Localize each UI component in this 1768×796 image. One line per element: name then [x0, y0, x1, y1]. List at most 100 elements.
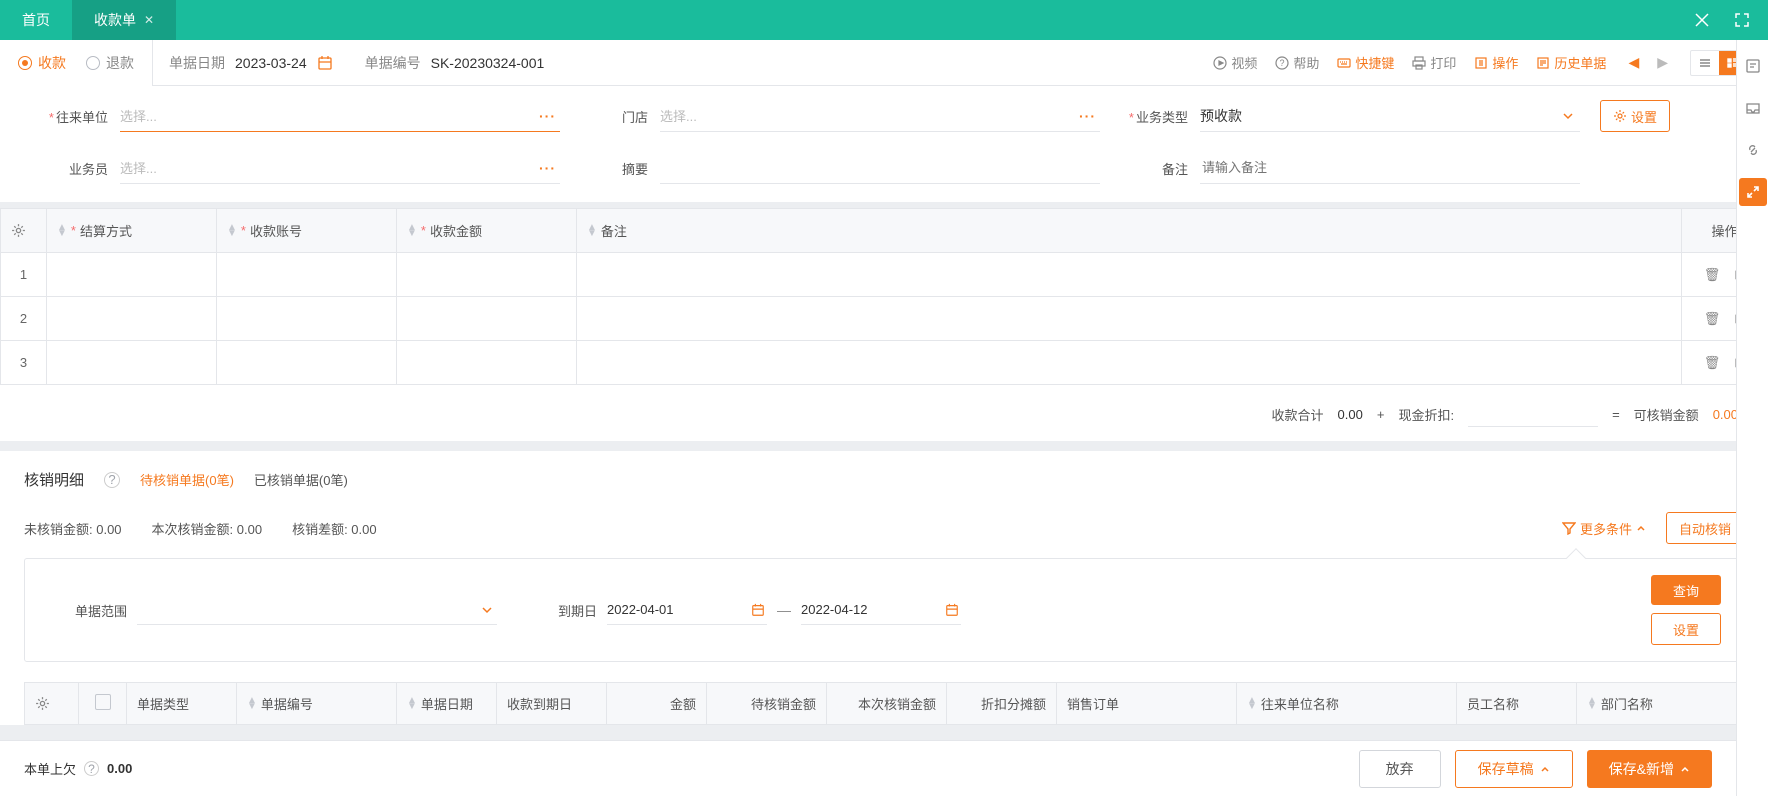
calendar-icon[interactable]	[317, 55, 333, 71]
owe-label: 本单上欠	[24, 759, 76, 778]
doc-no-label: 单据编号	[365, 53, 421, 73]
bottom-action-bar: 本单上欠 ? 0.00 放弃 保存草稿 保存&新增	[0, 740, 1736, 796]
col-doc-date[interactable]: ▲▼单据日期	[397, 683, 497, 725]
col-discount-share[interactable]: 折扣分摊额	[947, 683, 1057, 725]
trash-icon[interactable]: 🗑	[1704, 355, 1721, 371]
col-amount2[interactable]: 金额	[607, 683, 707, 725]
radio-refund[interactable]: 退款	[86, 53, 134, 73]
due-date-from[interactable]: 2022-04-01	[607, 595, 767, 625]
col-sales-order[interactable]: 销售订单	[1057, 683, 1237, 725]
chevron-down-icon[interactable]	[481, 604, 493, 616]
col-remark[interactable]: ▲▼备注	[577, 209, 1682, 253]
doc-date-value[interactable]: 2023-03-24	[235, 55, 307, 71]
video-link[interactable]: 视频	[1213, 53, 1257, 72]
table-row[interactable]: 2 🗑⊞	[1, 297, 1768, 341]
query-button[interactable]: 查询	[1651, 575, 1721, 605]
print-link[interactable]: 打印	[1412, 53, 1456, 72]
salesman-label: 业务员	[69, 162, 108, 177]
summary-input[interactable]	[660, 152, 1100, 184]
col-pending-amount[interactable]: 待核销金额	[707, 683, 827, 725]
biz-type-label: 业务类型	[1136, 110, 1188, 125]
discount-input[interactable]	[1468, 401, 1598, 427]
history-link[interactable]: 历史单据	[1536, 53, 1606, 72]
col-account[interactable]: ▲▼*收款账号	[217, 209, 397, 253]
viewmode-list-icon[interactable]	[1691, 51, 1719, 75]
col-amount[interactable]: ▲▼*收款金额	[397, 209, 577, 253]
partner-input[interactable]: 选择... ···	[120, 100, 560, 132]
due-date-to[interactable]: 2022-04-12	[801, 595, 961, 625]
rail-inbox-icon[interactable]	[1739, 94, 1767, 122]
close-icon[interactable]: ✕	[144, 13, 154, 27]
range-label: 单据范围	[47, 601, 127, 620]
history-prev-icon[interactable]: ◀	[1624, 54, 1643, 71]
col-due-date[interactable]: 收款到期日	[497, 683, 607, 725]
this-writeoff-amount: 本次核销金额: 0.00	[152, 519, 263, 538]
writeoff-tab-done[interactable]: 已核销单据(0笔)	[254, 470, 348, 489]
tab-receipt[interactable]: 收款单 ✕	[72, 0, 176, 40]
biz-type-value: 预收款	[1200, 106, 1242, 126]
settings-button[interactable]: 设置	[1600, 100, 1670, 132]
right-rail	[1736, 40, 1768, 796]
save-draft-button[interactable]: 保存草稿	[1455, 750, 1573, 788]
rail-link-icon[interactable]	[1739, 136, 1767, 164]
settlement-table: ▲▼*结算方式 ▲▼*收款账号 ▲▼*收款金额 ▲▼备注 操作 1 🗑⊞ 2 🗑…	[0, 208, 1768, 385]
lookup-icon[interactable]: ···	[539, 160, 556, 176]
calendar-icon[interactable]	[945, 603, 959, 617]
table-settings-header[interactable]	[25, 683, 79, 725]
rail-expand-icon[interactable]	[1739, 178, 1767, 206]
doc-headerbar: 收款 退款 单据日期 2023-03-24 单据编号 SK-20230324-0…	[0, 40, 1768, 86]
window-close-icon[interactable]	[1690, 8, 1714, 32]
col-dept[interactable]: ▲▼部门名称	[1577, 683, 1744, 725]
lookup-icon[interactable]: ···	[539, 108, 556, 124]
svg-text:?: ?	[1280, 58, 1285, 68]
salesman-input[interactable]: 选择... ···	[120, 152, 560, 184]
owe-value: 0.00	[107, 761, 132, 776]
col-this-amount[interactable]: 本次核销金额	[827, 683, 947, 725]
totals-bar: 收款合计 0.00 + 现金折扣: = 可核销金额 0.00	[0, 385, 1768, 441]
history-next-icon[interactable]: ▶	[1653, 54, 1672, 71]
header-actions: 视频 ?帮助 快捷键 打印 操作 历史单据 ◀ ▶	[1193, 50, 1768, 76]
auto-writeoff-button[interactable]: 自动核销	[1666, 512, 1744, 544]
calendar-icon[interactable]	[751, 603, 765, 617]
writeoff-table: 单据类型 ▲▼单据编号 ▲▼单据日期 收款到期日 金额 待核销金额 本次核销金额…	[24, 682, 1744, 725]
col-partner-name[interactable]: ▲▼往来单位名称	[1237, 683, 1457, 725]
help-link[interactable]: ?帮助	[1275, 53, 1319, 72]
trash-icon[interactable]: 🗑	[1704, 267, 1721, 283]
table-settings-header[interactable]	[1, 209, 47, 253]
remark-input[interactable]	[1200, 152, 1580, 184]
help-icon[interactable]: ?	[84, 761, 99, 776]
table-row[interactable]: 1 🗑⊞	[1, 253, 1768, 297]
col-employee[interactable]: 员工名称	[1457, 683, 1577, 725]
filter-settings-button[interactable]: 设置	[1651, 613, 1721, 645]
select-all-checkbox[interactable]	[79, 683, 127, 725]
result-value: 0.00	[1713, 407, 1738, 422]
chevron-down-icon[interactable]	[1562, 110, 1574, 122]
save-and-new-button[interactable]: 保存&新增	[1587, 750, 1712, 788]
operate-link[interactable]: 操作	[1474, 53, 1518, 72]
col-doc-no[interactable]: ▲▼单据编号	[237, 683, 397, 725]
more-conditions-toggle[interactable]: 更多条件	[1562, 519, 1646, 538]
receipt-type-radio-group: 收款 退款	[0, 40, 153, 86]
tab-home[interactable]: 首页	[0, 0, 72, 40]
doc-range-select[interactable]	[137, 595, 497, 625]
doc-no-value: SK-20230324-001	[431, 55, 545, 71]
trash-icon[interactable]: 🗑	[1704, 311, 1721, 327]
radio-receive[interactable]: 收款	[18, 53, 66, 73]
info-icon[interactable]: ?	[104, 472, 120, 488]
due-label: 到期日	[537, 601, 597, 620]
rail-note-icon[interactable]	[1739, 52, 1767, 80]
page-body: 收款 退款 单据日期 2023-03-24 单据编号 SK-20230324-0…	[0, 40, 1768, 796]
col-method[interactable]: ▲▼*结算方式	[47, 209, 217, 253]
lookup-icon[interactable]: ···	[1079, 108, 1096, 124]
col-doc-type[interactable]: 单据类型	[127, 683, 237, 725]
partner-label: 往来单位	[56, 110, 108, 125]
writeoff-tab-pending[interactable]: 待核销单据(0笔)	[140, 470, 234, 489]
biz-type-select[interactable]: 预收款	[1200, 100, 1580, 132]
table-row[interactable]: 3 🗑⊞	[1, 341, 1768, 385]
sum-label: 收款合计	[1272, 405, 1324, 424]
app-tabbar: 首页 收款单 ✕	[0, 0, 1768, 40]
store-input[interactable]: 选择... ···	[660, 100, 1100, 132]
fullscreen-icon[interactable]	[1730, 8, 1754, 32]
shortcut-link[interactable]: 快捷键	[1337, 53, 1394, 72]
discard-button[interactable]: 放弃	[1359, 750, 1441, 788]
